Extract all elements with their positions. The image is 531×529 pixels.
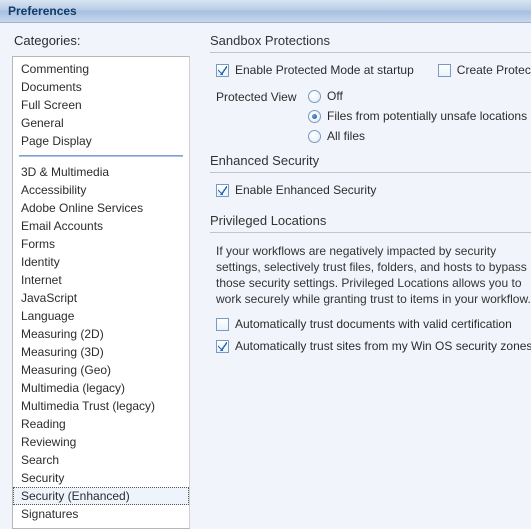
settings-panel: Sandbox Protections Enable Protected Mod… [190, 33, 531, 529]
trust-cert-checkbox[interactable] [216, 318, 229, 331]
protected-view-all-radio[interactable] [308, 130, 321, 143]
category-item[interactable]: JavaScript [13, 289, 189, 307]
category-item[interactable]: Signatures [13, 505, 189, 523]
privileged-locations-body: If your workflows are negatively impacte… [210, 243, 531, 307]
category-item[interactable]: Security (Enhanced) [13, 487, 189, 505]
protected-view-unsafe-label: Files from potentially unsafe locations [327, 109, 527, 123]
protected-view-label: Protected View [216, 89, 308, 104]
category-item[interactable]: Security [13, 469, 189, 487]
protected-view-all-label: All files [327, 129, 365, 143]
window-title: Preferences [8, 4, 77, 18]
create-protected-checkbox[interactable] [438, 64, 451, 77]
category-item[interactable]: Commenting [13, 60, 189, 78]
sandbox-group: Sandbox Protections Enable Protected Mod… [210, 33, 531, 143]
window-titlebar: Preferences [0, 0, 531, 23]
category-item[interactable]: Measuring (3D) [13, 343, 189, 361]
protected-view-unsafe-radio[interactable] [308, 110, 321, 123]
privileged-locations-title: Privileged Locations [210, 213, 531, 233]
category-item[interactable]: 3D & Multimedia [13, 163, 189, 181]
trust-zones-checkbox[interactable] [216, 340, 229, 353]
sandbox-title: Sandbox Protections [210, 33, 531, 53]
category-item[interactable]: Language [13, 307, 189, 325]
protected-view-row: Protected View Off Files from potentiall… [210, 89, 531, 143]
category-item[interactable]: Page Display [13, 132, 189, 150]
client-area: Categories: CommentingDocumentsFull Scre… [0, 23, 531, 529]
category-item[interactable]: Measuring (2D) [13, 325, 189, 343]
category-item[interactable]: Adobe Online Services [13, 199, 189, 217]
enable-enhanced-security-label: Enable Enhanced Security [235, 183, 376, 197]
enable-enhanced-security-checkbox[interactable] [216, 184, 229, 197]
trust-zones-label: Automatically trust sites from my Win OS… [235, 339, 531, 353]
enhanced-security-group: Enhanced Security Enable Enhanced Securi… [210, 153, 531, 203]
category-item[interactable]: Accessibility [13, 181, 189, 199]
categories-listbox[interactable]: CommentingDocumentsFull ScreenGeneralPag… [12, 56, 190, 529]
categories-label: Categories: [14, 33, 190, 48]
enable-protected-mode-label: Enable Protected Mode at startup [235, 63, 414, 77]
category-item[interactable]: Reviewing [13, 433, 189, 451]
trust-cert-label: Automatically trust documents with valid… [235, 317, 512, 331]
category-item[interactable]: Forms [13, 235, 189, 253]
category-item[interactable]: Search [13, 451, 189, 469]
protected-view-off-label: Off [327, 89, 343, 103]
category-item[interactable]: Email Accounts [13, 217, 189, 235]
categories-sidebar: Categories: CommentingDocumentsFull Scre… [12, 33, 190, 529]
category-item[interactable]: General [13, 114, 189, 132]
category-separator [19, 155, 183, 157]
privileged-locations-group: Privileged Locations If your workflows a… [210, 213, 531, 359]
category-item[interactable]: Full Screen [13, 96, 189, 114]
category-item[interactable]: Multimedia (legacy) [13, 379, 189, 397]
category-item[interactable]: Measuring (Geo) [13, 361, 189, 379]
category-item[interactable]: Multimedia Trust (legacy) [13, 397, 189, 415]
preferences-window: Preferences Categories: CommentingDocume… [0, 0, 531, 529]
category-item[interactable]: Internet [13, 271, 189, 289]
enable-protected-mode-checkbox[interactable] [216, 64, 229, 77]
category-item[interactable]: Identity [13, 253, 189, 271]
protected-view-off-radio[interactable] [308, 90, 321, 103]
protected-view-options: Off Files from potentially unsafe locati… [308, 89, 527, 143]
category-item[interactable]: Documents [13, 78, 189, 96]
enhanced-security-title: Enhanced Security [210, 153, 531, 173]
category-item[interactable]: Reading [13, 415, 189, 433]
create-protected-label: Create Protected [457, 63, 531, 77]
